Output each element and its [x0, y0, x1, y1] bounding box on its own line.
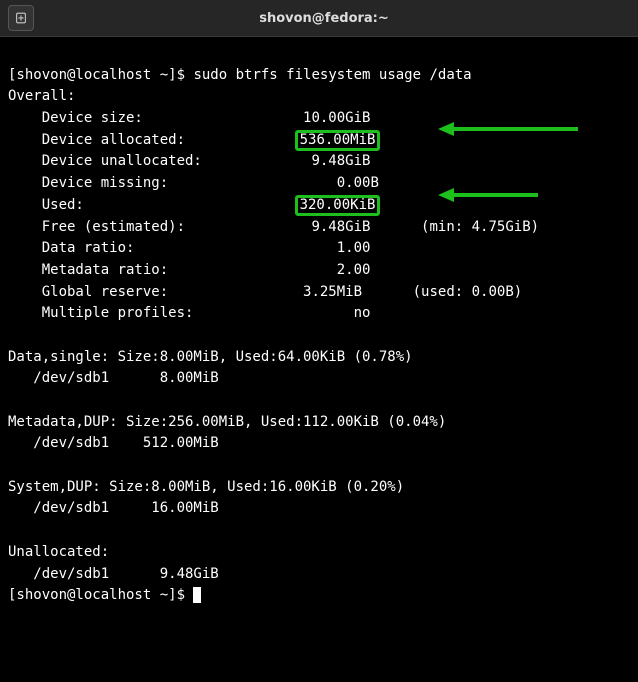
row-device-size: Device size: 10.00GiB — [8, 110, 370, 126]
command-text: sudo btrfs filesystem usage /data — [193, 67, 471, 83]
used-highlight: 320.00KiB — [295, 195, 381, 216]
row-device-missing: Device missing: 0.00B — [8, 175, 379, 191]
section-system: System,DUP: Size:8.00MiB, Used:16.00KiB … — [8, 479, 404, 495]
allocated-highlight: 536.00MiB — [295, 130, 381, 151]
new-tab-icon — [14, 11, 28, 25]
titlebar: shovon@fedora:~ — [0, 0, 638, 37]
row-device-allocated: Device allocated: 536.00MiB — [8, 132, 380, 148]
arrow-used-icon — [438, 185, 538, 205]
new-tab-button[interactable] — [8, 5, 34, 31]
row-data-ratio: Data ratio: 1.00 — [8, 240, 370, 256]
overall-header: Overall: — [8, 88, 75, 104]
prompt-end: [shovon@localhost ~]$ — [8, 587, 185, 603]
cursor — [193, 587, 201, 603]
section-data: Data,single: Size:8.00MiB, Used:64.00KiB… — [8, 349, 413, 365]
row-multiple-profiles: Multiple profiles: no — [8, 305, 370, 321]
row-global-reserve: Global reserve: 3.25MiB (used: 0.00B) — [8, 284, 522, 300]
row-metadata-ratio: Metadata ratio: 2.00 — [8, 262, 370, 278]
prompt: [shovon@localhost ~]$ — [8, 67, 185, 83]
row-free-estimated: Free (estimated): 9.48GiB (min: 4.75GiB) — [8, 219, 539, 235]
section-unalloc-dev: /dev/sdb1 9.48GiB — [8, 566, 219, 582]
section-data-dev: /dev/sdb1 8.00MiB — [8, 370, 219, 386]
arrow-allocated-icon — [438, 119, 578, 139]
section-unalloc: Unallocated: — [8, 544, 109, 560]
window-title: shovon@fedora:~ — [42, 11, 606, 26]
terminal[interactable]: [shovon@localhost ~]$ sudo btrfs filesys… — [0, 37, 638, 682]
row-used: Used: 320.00KiB — [8, 197, 380, 213]
section-system-dev: /dev/sdb1 16.00MiB — [8, 500, 219, 516]
section-metadata: Metadata,DUP: Size:256.00MiB, Used:112.0… — [8, 414, 446, 430]
section-metadata-dev: /dev/sdb1 512.00MiB — [8, 435, 219, 451]
row-device-unallocated: Device unallocated: 9.48GiB — [8, 153, 370, 169]
